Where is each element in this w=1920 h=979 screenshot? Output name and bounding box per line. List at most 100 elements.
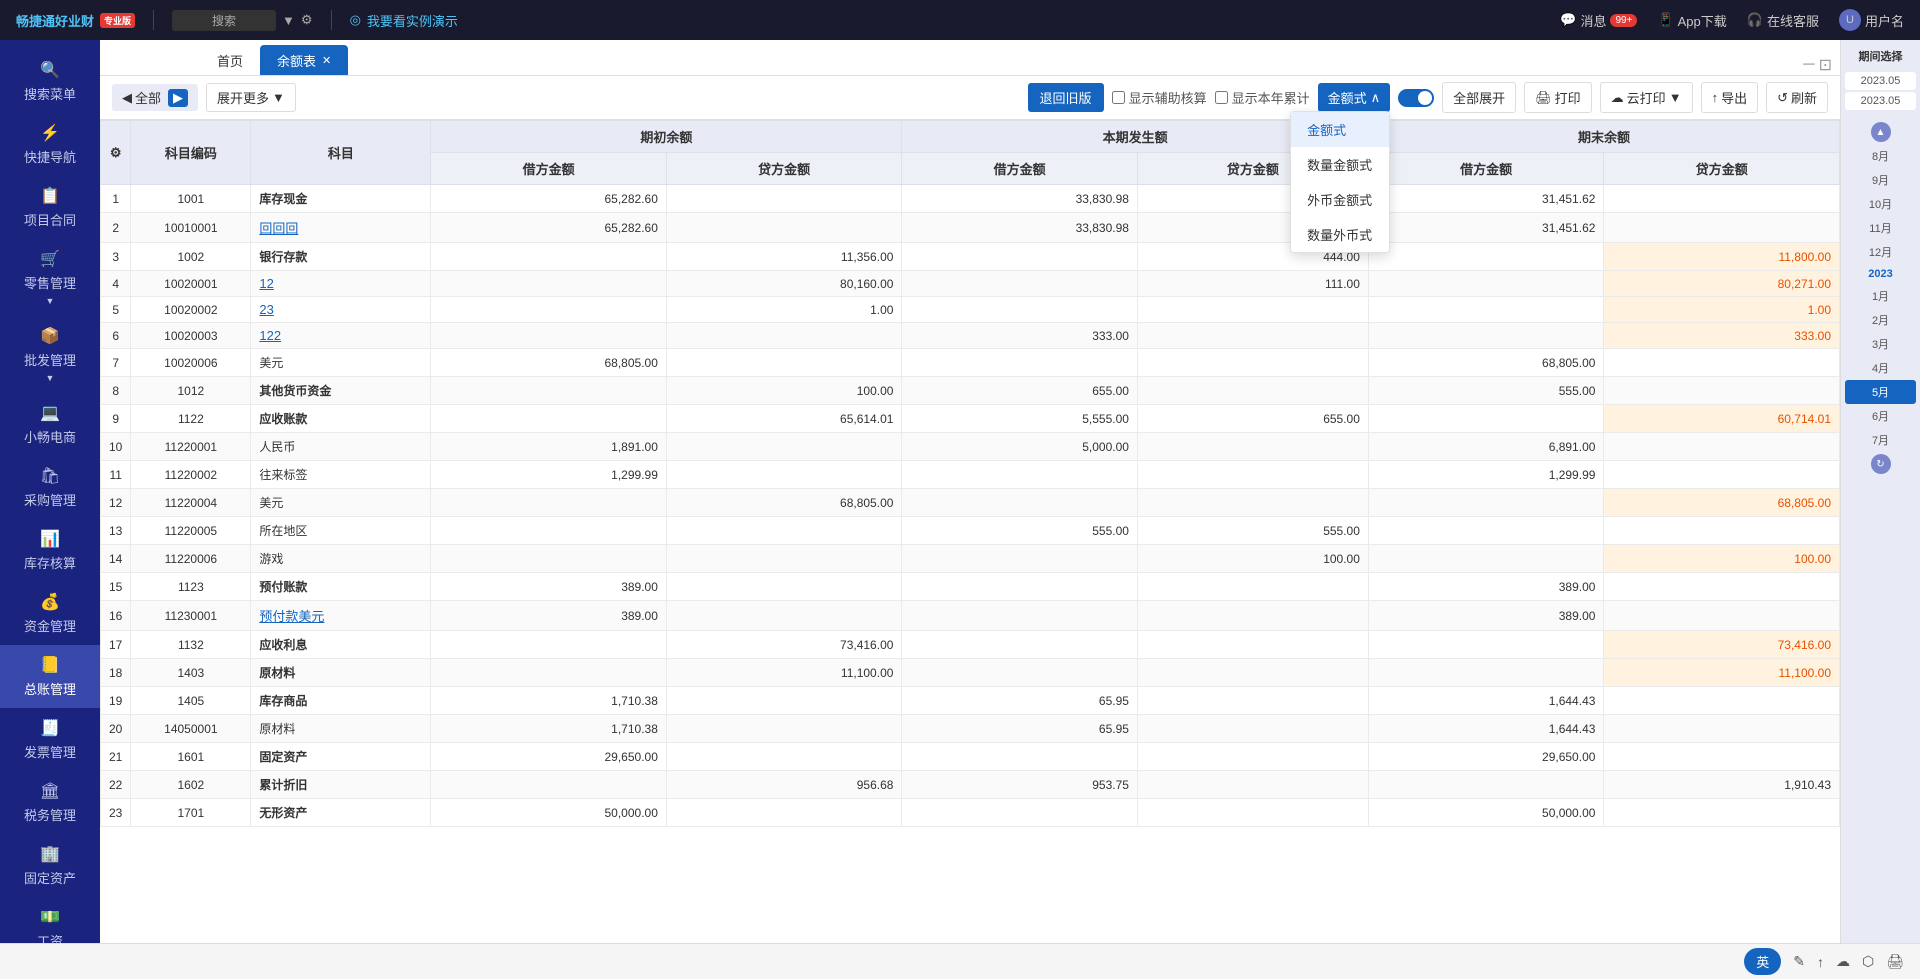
print-bottom-icon[interactable]: 🖨 bbox=[1886, 953, 1904, 970]
month-12[interactable]: 12月 bbox=[1845, 240, 1916, 264]
month-4[interactable]: 4月 bbox=[1845, 356, 1916, 380]
print-btn[interactable]: 🖨 打印 bbox=[1524, 82, 1592, 113]
th-settings[interactable]: ⚙ bbox=[101, 121, 131, 185]
table-row: 1111220002往来标签1,299.991,299.99 bbox=[101, 461, 1840, 489]
edit-icon[interactable]: ✎ bbox=[1793, 953, 1805, 970]
ledger-icon: 📒 bbox=[40, 655, 60, 675]
th-close-debit: 借方金额 bbox=[1368, 153, 1604, 185]
sidebar-item-quick-nav[interactable]: ⚡ 快捷导航 bbox=[0, 113, 100, 176]
salary-icon: 💵 bbox=[40, 907, 60, 927]
mode-dropdown-container: 金额式 ∧ 金额式 数量金额式 外币金额式 数量外币式 bbox=[1318, 83, 1391, 112]
month-5[interactable]: 5月 bbox=[1845, 380, 1916, 404]
refresh-btn[interactable]: ↺ 刷新 bbox=[1766, 82, 1828, 113]
upload-icon[interactable]: ↑ bbox=[1817, 954, 1824, 970]
sidebar-item-tax[interactable]: 🏛 税务管理 bbox=[0, 771, 100, 834]
sidebar-item-wholesale[interactable]: 📦 批发管理 ▼ bbox=[0, 316, 100, 393]
mode-option-amount[interactable]: 金额式 bbox=[1291, 112, 1389, 147]
top-bar: 畅捷通好业财 专业版 搜索 ▼ ⚙ ◎ 我要看实例演示 💬 消息 99+ 📱 A… bbox=[0, 0, 1920, 40]
demo-link[interactable]: ◎ 我要看实例演示 bbox=[350, 11, 458, 30]
tab-balance[interactable]: 余额表 ✕ bbox=[260, 45, 348, 75]
year-up-btn[interactable]: ▲ bbox=[1871, 122, 1891, 142]
month-9[interactable]: 9月 bbox=[1845, 168, 1916, 192]
year-down-btn[interactable]: ↻ bbox=[1871, 454, 1891, 474]
aux-checkbox[interactable] bbox=[1112, 91, 1125, 104]
sidebar-item-assets[interactable]: 🏢 固定资产 bbox=[0, 834, 100, 897]
inventory-icon: 📊 bbox=[40, 529, 60, 549]
message-btn[interactable]: 💬 消息 99+ bbox=[1560, 11, 1637, 30]
table-row: 191405库存商品1,710.3865.951,644.43 bbox=[101, 687, 1840, 715]
toolbar-right: 退回旧版 显示辅助核算 显示本年累计 金额式 ∧ 金额式 bbox=[1028, 82, 1828, 113]
online-service-btn[interactable]: 🎧 在线客服 bbox=[1747, 11, 1819, 30]
sidebar-item-purchase[interactable]: 🛍 采购管理 bbox=[0, 456, 100, 519]
tab-close-icon[interactable]: ✕ bbox=[322, 54, 331, 67]
assets-icon: 🏢 bbox=[40, 844, 60, 864]
sidebar-item-salary[interactable]: 💵 工资 bbox=[0, 897, 100, 943]
month-2[interactable]: 2月 bbox=[1845, 308, 1916, 332]
sidebar-item-ledger[interactable]: 📒 总账管理 bbox=[0, 645, 100, 708]
table-row: 710020006美元68,805.0068,805.00 bbox=[101, 349, 1840, 377]
quick-nav-icon: ⚡ bbox=[40, 123, 60, 143]
sidebar-item-project[interactable]: 📋 项目合同 bbox=[0, 176, 100, 239]
ytd-checkbox[interactable] bbox=[1215, 91, 1228, 104]
month-7[interactable]: 7月 bbox=[1845, 428, 1916, 452]
aux-checkbox-label[interactable]: 显示辅助核算 bbox=[1112, 88, 1207, 107]
tab-maximize-icon[interactable]: ⊡ bbox=[1819, 55, 1832, 75]
mode-option-foreign-amount[interactable]: 外币金额式 bbox=[1291, 182, 1389, 217]
table-row: 1611230001预付款美元389.00389.00 bbox=[101, 601, 1840, 631]
user-avatar[interactable]: U 用户名 bbox=[1839, 9, 1904, 31]
month-6[interactable]: 6月 bbox=[1845, 404, 1916, 428]
table-row: 2014050001原材料1,710.3865.951,644.43 bbox=[101, 715, 1840, 743]
breadcrumb-next-icon: ▶ bbox=[168, 89, 188, 107]
sidebar-item-retail[interactable]: 🛒 零售管理 ▼ bbox=[0, 239, 100, 316]
mode-option-qty-amount[interactable]: 数量金额式 bbox=[1291, 147, 1389, 182]
sidebar-item-ecommerce[interactable]: 💻 小畅电商 bbox=[0, 393, 100, 456]
table-row: 31002银行存款11,356.00444.0011,800.00 bbox=[101, 243, 1840, 271]
right-panel-title: 期间选择 bbox=[1845, 48, 1916, 64]
invoice-icon: 🧾 bbox=[40, 718, 60, 738]
breadcrumb-nav: ◀ 全部 ▶ bbox=[112, 84, 198, 111]
table-row: 151123预付账款389.00389.00 bbox=[101, 573, 1840, 601]
app-edition: 专业版 bbox=[100, 13, 135, 28]
sidebar-item-search[interactable]: 🔍 搜索菜单 bbox=[0, 50, 100, 113]
tab-controls: ─ ⊡ bbox=[1803, 55, 1840, 75]
th-code: 科目编码 bbox=[131, 121, 251, 185]
table-row: 1011220001人民币1,891.005,000.006,891.00 bbox=[101, 433, 1840, 461]
table-row: 210010001回回回65,282.6033,830.9831,451.62 bbox=[101, 213, 1840, 243]
mode-btn[interactable]: 金额式 ∧ bbox=[1318, 83, 1391, 112]
expand-more-btn[interactable]: 展开更多 ▼ bbox=[206, 83, 296, 112]
cloud-icon[interactable]: ☁ bbox=[1836, 953, 1850, 970]
mode-option-qty-foreign[interactable]: 数量外币式 bbox=[1291, 217, 1389, 252]
balance-table: ⚙ 科目编码 科目 期初余额 本期发生额 bbox=[100, 120, 1840, 827]
return-old-btn[interactable]: 退回旧版 bbox=[1028, 83, 1104, 112]
expand-all-toggle[interactable] bbox=[1398, 89, 1434, 107]
export-btn[interactable]: ↑ 导出 bbox=[1701, 82, 1759, 113]
month-3[interactable]: 3月 bbox=[1845, 332, 1916, 356]
th-open-debit: 借方金额 bbox=[431, 153, 667, 185]
tab-minimize-icon[interactable]: ─ bbox=[1803, 56, 1814, 74]
cloud-print-btn[interactable]: ☁ 云打印 ▼ bbox=[1600, 82, 1693, 113]
sidebar-item-invoice[interactable]: 🧾 发票管理 bbox=[0, 708, 100, 771]
mode-btn-icon: ∧ bbox=[1371, 90, 1381, 106]
sidebar-item-fund[interactable]: 💰 资金管理 bbox=[0, 582, 100, 645]
cloud-icon: ☁ bbox=[1611, 90, 1624, 106]
month-1[interactable]: 1月 bbox=[1845, 284, 1916, 308]
ytd-checkbox-label[interactable]: 显示本年累计 bbox=[1215, 88, 1310, 107]
content-area: 首页 余额表 ✕ ─ ⊡ ◀ 全部 ▶ 展开更多 ▼ bbox=[100, 40, 1840, 943]
app-download-btn[interactable]: 📱 App下载 bbox=[1657, 11, 1726, 30]
app-name: 畅捷通好业财 bbox=[16, 11, 94, 30]
table-row: 91122应收账款65,614.015,555.00655.0060,714.0… bbox=[101, 405, 1840, 433]
expand-all-btn[interactable]: 全部展开 bbox=[1442, 82, 1516, 113]
tab-home[interactable]: 首页 bbox=[200, 45, 260, 75]
table-row: 610020003122333.00333.00 bbox=[101, 323, 1840, 349]
breadcrumb-all-btn[interactable]: ◀ 全部 ▶ bbox=[112, 84, 198, 111]
month-8[interactable]: 8月 bbox=[1845, 144, 1916, 168]
settings-icon[interactable]: ⚙ bbox=[301, 12, 313, 28]
month-10[interactable]: 10月 bbox=[1845, 192, 1916, 216]
bottom-bar: 英 ✎ ↑ ☁ ⬡ 🖨 bbox=[0, 943, 1920, 979]
language-btn[interactable]: 英 bbox=[1744, 948, 1781, 975]
top-bar-search-box[interactable]: 搜索 ▼ ⚙ bbox=[172, 10, 313, 31]
right-panel-year-end: 2023.05 bbox=[1845, 92, 1916, 110]
month-11[interactable]: 11月 bbox=[1845, 216, 1916, 240]
hex-icon[interactable]: ⬡ bbox=[1862, 953, 1874, 970]
sidebar-item-inventory[interactable]: 📊 库存核算 bbox=[0, 519, 100, 582]
